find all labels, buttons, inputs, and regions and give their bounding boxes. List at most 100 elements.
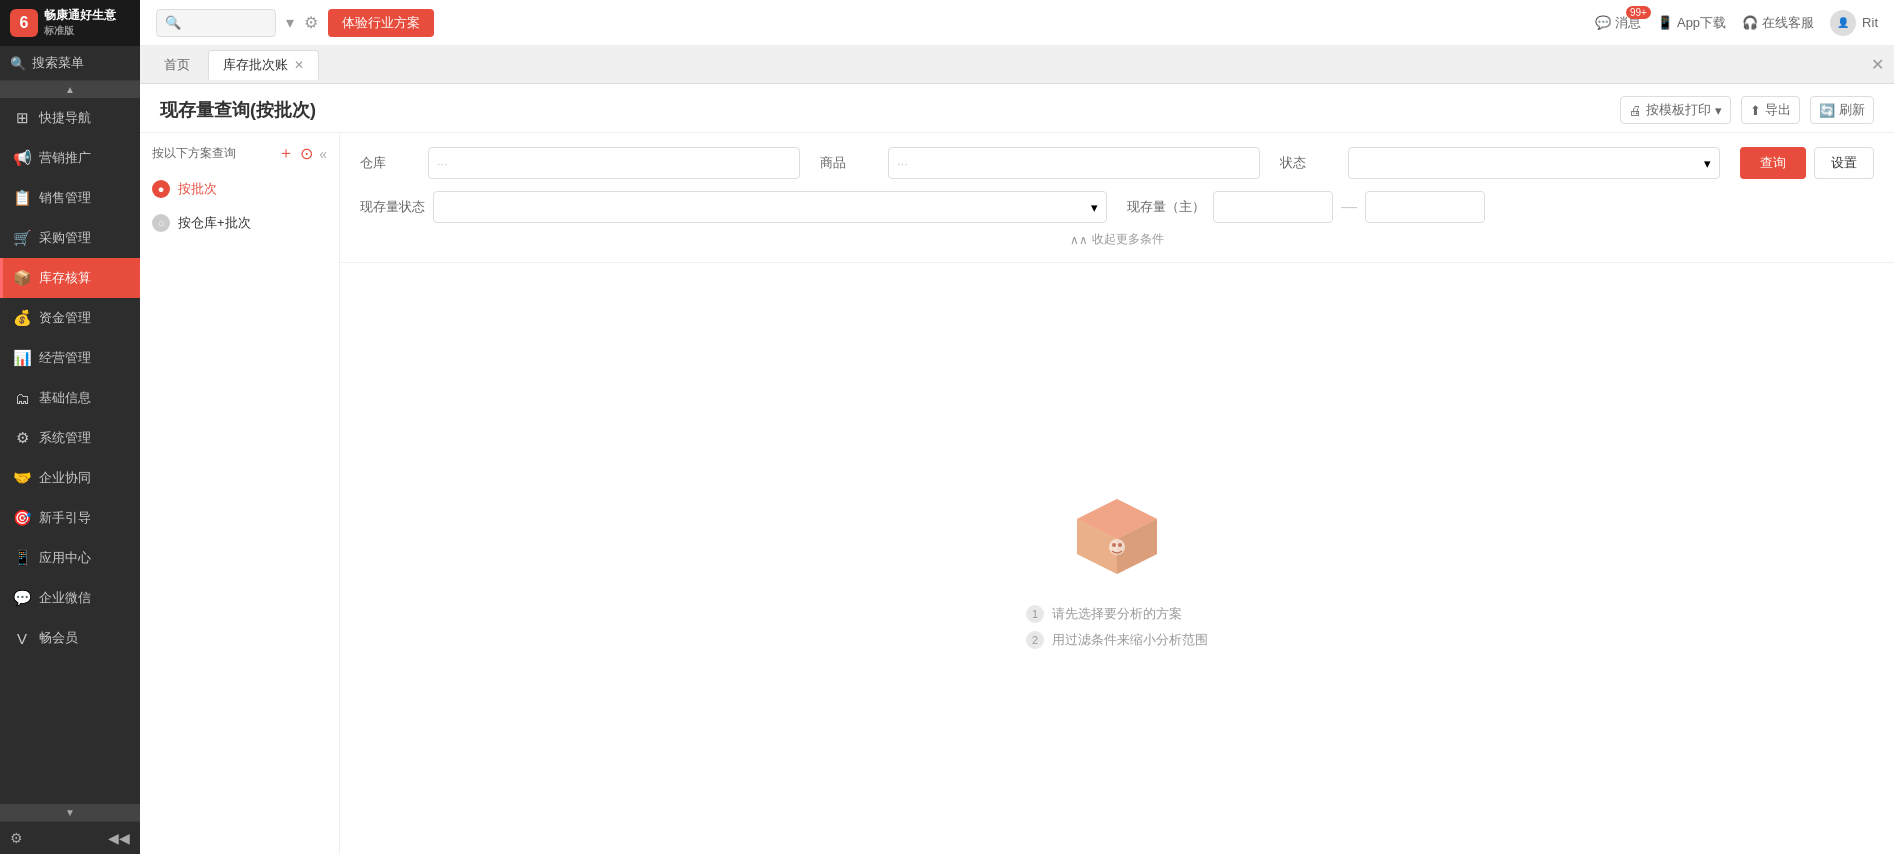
print-dropdown-icon[interactable]: ▾ bbox=[1715, 103, 1722, 118]
qty-divider: — bbox=[1341, 198, 1357, 216]
operations-icon: 📊 bbox=[13, 349, 31, 367]
batch-scheme-icon: ● bbox=[152, 180, 170, 198]
member-icon: V bbox=[13, 629, 31, 647]
warehouse-batch-scheme-icon: ○ bbox=[152, 214, 170, 232]
settings-button[interactable]: 设置 bbox=[1814, 147, 1874, 179]
tab-close-icon[interactable]: ✕ bbox=[294, 58, 304, 72]
sidebar-item-finance[interactable]: 💰 资金管理 bbox=[0, 298, 140, 338]
topbar-settings-icon[interactable]: ⚙ bbox=[304, 13, 318, 32]
sidebar-item-member[interactable]: V 畅会员 bbox=[0, 618, 140, 658]
filter-row-2: 现存量状态 ▾ 现存量（主） — bbox=[360, 191, 1874, 223]
messages-icon: 💬 bbox=[1595, 15, 1611, 30]
svg-point-6 bbox=[1118, 543, 1122, 547]
basics-icon: 🗂 bbox=[13, 389, 31, 407]
sidebar-scroll-up[interactable]: ▲ bbox=[0, 81, 140, 98]
export-icon: ⬆ bbox=[1750, 103, 1761, 118]
tab-home[interactable]: 首页 bbox=[150, 50, 204, 80]
sidebar-collapse-btn[interactable]: ◀◀ bbox=[108, 830, 130, 846]
finance-icon: 💰 bbox=[13, 309, 31, 327]
warehouse-filter: 仓库 ··· bbox=[360, 147, 800, 179]
sidebar-item-sales[interactable]: 📋 销售管理 bbox=[0, 178, 140, 218]
filter-row-1: 仓库 ··· 商品 ··· 状态 bbox=[360, 147, 1874, 179]
purchase-icon: 🛒 bbox=[13, 229, 31, 247]
inventory-status-select[interactable]: ▾ bbox=[433, 191, 1107, 223]
add-scheme-button[interactable]: ＋ bbox=[278, 143, 294, 164]
marketing-icon: 📢 bbox=[13, 149, 31, 167]
messages-button[interactable]: 💬 消息 99+ bbox=[1595, 14, 1641, 32]
sidebar-item-system[interactable]: ⚙ 系统管理 bbox=[0, 418, 140, 458]
sales-icon: 📋 bbox=[13, 189, 31, 207]
sidebar-scroll-down[interactable]: ▼ bbox=[0, 804, 140, 821]
sidebar-item-enterprise[interactable]: 🤝 企业协同 bbox=[0, 458, 140, 498]
tab-batch-account[interactable]: 库存批次账 ✕ bbox=[208, 50, 319, 80]
sidebar-item-marketing[interactable]: 📢 营销推广 bbox=[0, 138, 140, 178]
sidebar-brand: 畅康通好生意 标准版 bbox=[44, 8, 116, 38]
topbar-right: 💬 消息 99+ 📱 App下载 🎧 在线客服 👤 Rit bbox=[1595, 10, 1878, 36]
messages-badge: 99+ bbox=[1626, 6, 1651, 19]
query-button[interactable]: 查询 bbox=[1740, 147, 1806, 179]
experience-industry-button[interactable]: 体验行业方案 bbox=[328, 9, 434, 37]
refresh-button[interactable]: 🔄 刷新 bbox=[1810, 96, 1874, 124]
empty-tip-1: 1 请先选择要分析的方案 bbox=[1026, 605, 1208, 623]
inventory-icon: 📦 bbox=[13, 269, 31, 287]
topbar-search-icon: 🔍 bbox=[165, 15, 181, 30]
inventory-status-dropdown-icon: ▾ bbox=[1091, 200, 1098, 215]
sidebar: 6 畅康通好生意 标准版 🔍 搜索菜单 ▲ ⊞ 快捷导航 📢 营销推广 📋 销售… bbox=[0, 0, 140, 854]
empty-tips: 1 请先选择要分析的方案 2 用过滤条件来缩小分析范围 bbox=[1026, 605, 1208, 649]
sidebar-footer: ⚙ ◀◀ bbox=[0, 821, 140, 854]
system-icon: ⚙ bbox=[13, 429, 31, 447]
inventory-qty-filter: 现存量（主） — bbox=[1127, 191, 1874, 223]
print-icon: 🖨 bbox=[1629, 103, 1642, 118]
empty-tip-2: 2 用过滤条件来缩小分析范围 bbox=[1026, 631, 1208, 649]
left-panel: 按以下方案查询 ＋ ⊙ « ● 按批次 ○ 按仓库+批次 bbox=[140, 133, 340, 854]
export-button[interactable]: ⬆ 导出 bbox=[1741, 96, 1800, 124]
scheme-by-warehouse-batch[interactable]: ○ 按仓库+批次 bbox=[140, 206, 339, 240]
scheme-by-batch[interactable]: ● 按批次 bbox=[140, 172, 339, 206]
product-input[interactable]: ··· bbox=[888, 147, 1260, 179]
sidebar-item-inventory[interactable]: 📦 库存核算 bbox=[0, 258, 140, 298]
user-menu[interactable]: 👤 Rit bbox=[1830, 10, 1878, 36]
sidebar-item-operations[interactable]: 📊 经营管理 bbox=[0, 338, 140, 378]
user-avatar: 👤 bbox=[1830, 10, 1856, 36]
empty-svg bbox=[1057, 469, 1177, 589]
app-download-button[interactable]: 📱 App下载 bbox=[1657, 14, 1726, 32]
sidebar-item-basics[interactable]: 🗂 基础信息 bbox=[0, 378, 140, 418]
left-panel-actions: ＋ ⊙ « bbox=[278, 143, 327, 164]
status-select[interactable]: ▾ bbox=[1348, 147, 1720, 179]
collapse-panel-button[interactable]: « bbox=[319, 146, 327, 162]
filter-actions: 查询 设置 bbox=[1740, 147, 1874, 179]
inventory-qty-max-input[interactable] bbox=[1365, 191, 1485, 223]
product-filter: 商品 ··· bbox=[820, 147, 1260, 179]
topbar: 🔍 ▾ ⚙ 体验行业方案 💬 消息 99+ 📱 App下载 🎧 在线客服 bbox=[140, 0, 1894, 46]
topbar-search-box[interactable]: 🔍 bbox=[156, 9, 276, 37]
sidebar-item-apps[interactable]: 📱 应用中心 bbox=[0, 538, 140, 578]
empty-illustration bbox=[1057, 469, 1177, 589]
refresh-icon: 🔄 bbox=[1819, 103, 1835, 118]
inventory-status-filter: 现存量状态 ▾ bbox=[360, 191, 1107, 223]
guide-icon: 🎯 bbox=[13, 509, 31, 527]
online-service-button[interactable]: 🎧 在线客服 bbox=[1742, 14, 1814, 32]
sidebar-item-purchase[interactable]: 🛒 采购管理 bbox=[0, 218, 140, 258]
topbar-left: 🔍 ▾ ⚙ 体验行业方案 bbox=[156, 9, 434, 37]
weixin-icon: 💬 bbox=[13, 589, 31, 607]
print-button[interactable]: 🖨 按模板打印 ▾ bbox=[1620, 96, 1731, 124]
sidebar-item-weixin[interactable]: 💬 企业微信 bbox=[0, 578, 140, 618]
content-actions: 🖨 按模板打印 ▾ ⬆ 导出 🔄 刷新 bbox=[1620, 96, 1874, 124]
inventory-qty-min-input[interactable] bbox=[1213, 191, 1333, 223]
warehouse-input[interactable]: ··· bbox=[428, 147, 800, 179]
collapse-chevron-icon: ∧∧ bbox=[1070, 233, 1088, 247]
phone-icon: 📱 bbox=[1657, 15, 1673, 30]
sidebar-item-guide[interactable]: 🎯 新手引导 bbox=[0, 498, 140, 538]
sidebar-settings-btn[interactable]: ⚙ bbox=[10, 830, 23, 846]
left-panel-header: 按以下方案查询 ＋ ⊙ « bbox=[140, 143, 339, 172]
tabbar-close-all-icon[interactable]: ✕ bbox=[1871, 55, 1884, 74]
topbar-dropdown-icon[interactable]: ▾ bbox=[286, 13, 294, 32]
settings-scheme-button[interactable]: ⊙ bbox=[300, 144, 313, 163]
sidebar-header: 6 畅康通好生意 标准版 bbox=[0, 0, 140, 46]
sidebar-search[interactable]: 🔍 搜索菜单 bbox=[0, 46, 140, 81]
filter-area: 仓库 ··· 商品 ··· 状态 bbox=[340, 133, 1894, 263]
page-title: 现存量查询(按批次) bbox=[160, 98, 316, 122]
svg-point-5 bbox=[1112, 543, 1116, 547]
collapse-filter-button[interactable]: ∧∧ 收起更多条件 bbox=[360, 223, 1874, 248]
sidebar-item-quick-nav[interactable]: ⊞ 快捷导航 bbox=[0, 98, 140, 138]
